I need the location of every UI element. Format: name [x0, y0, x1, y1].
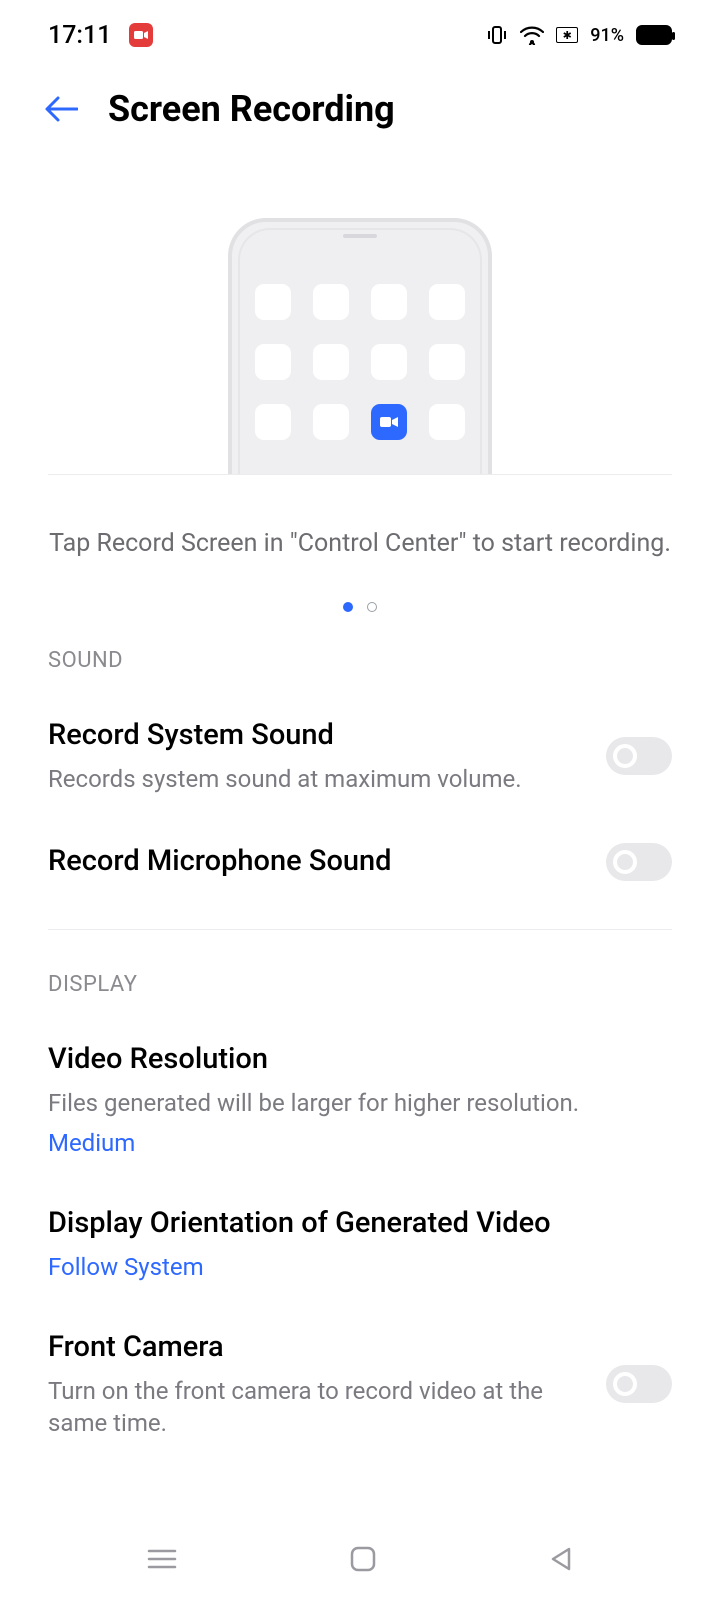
row-subtitle: Records system sound at maximum volume.: [48, 763, 586, 795]
row-record-microphone-sound[interactable]: Record Microphone Sound: [48, 819, 672, 905]
toggle-record-microphone-sound[interactable]: [606, 843, 672, 881]
battery-icon: [636, 25, 672, 45]
section-sound: SOUND Record System Sound Records system…: [0, 640, 720, 930]
nav-recent-icon[interactable]: [147, 1547, 177, 1571]
toggle-front-camera[interactable]: [606, 1365, 672, 1403]
battery-percent: 91%: [590, 25, 624, 46]
battery-saver-icon: [556, 27, 578, 43]
illustration-caption: Tap Record Screen in "Control Center" to…: [0, 475, 720, 588]
row-record-system-sound[interactable]: Record System Sound Records system sound…: [48, 693, 672, 819]
row-value: Follow System: [48, 1253, 672, 1281]
section-display: DISPLAY Video Resolution Files generated…: [0, 964, 720, 1463]
nav-home-icon[interactable]: [350, 1546, 376, 1572]
phone-mockup: [228, 218, 492, 474]
toggle-record-system-sound[interactable]: [606, 737, 672, 775]
row-subtitle: Turn on the front camera to record video…: [48, 1375, 586, 1440]
recording-indicator-icon: [129, 23, 153, 47]
page-dot-2[interactable]: [367, 602, 377, 612]
section-title-sound: SOUND: [48, 640, 672, 693]
wifi-icon: [520, 25, 544, 45]
row-title: Video Resolution: [48, 1041, 672, 1079]
row-front-camera[interactable]: Front Camera Turn on the front camera to…: [48, 1305, 672, 1463]
nav-back-icon[interactable]: [549, 1546, 573, 1572]
row-title: Front Camera: [48, 1329, 586, 1367]
row-subtitle: Files generated will be larger for highe…: [48, 1087, 672, 1119]
system-nav-bar: [0, 1518, 720, 1600]
back-arrow-icon[interactable]: [44, 96, 78, 122]
row-display-orientation[interactable]: Display Orientation of Generated Video F…: [48, 1181, 672, 1305]
status-bar: 17:11 91%: [0, 0, 720, 70]
page-header: Screen Recording: [0, 70, 720, 158]
row-title: Display Orientation of Generated Video: [48, 1205, 672, 1243]
page-title: Screen Recording: [108, 88, 395, 130]
row-title: Record Microphone Sound: [48, 843, 586, 881]
status-left: 17:11: [48, 21, 153, 50]
page-dots: [0, 588, 720, 640]
section-title-display: DISPLAY: [48, 964, 672, 1017]
status-time: 17:11: [48, 21, 111, 50]
vibrate-icon: [486, 24, 508, 46]
record-screen-app-icon: [371, 404, 407, 440]
divider: [48, 929, 672, 930]
row-value: Medium: [48, 1129, 672, 1157]
row-video-resolution[interactable]: Video Resolution Files generated will be…: [48, 1017, 672, 1181]
illustration: [0, 158, 720, 474]
status-right: 91%: [486, 24, 672, 46]
page-dot-1[interactable]: [343, 602, 353, 612]
row-title: Record System Sound: [48, 717, 586, 755]
